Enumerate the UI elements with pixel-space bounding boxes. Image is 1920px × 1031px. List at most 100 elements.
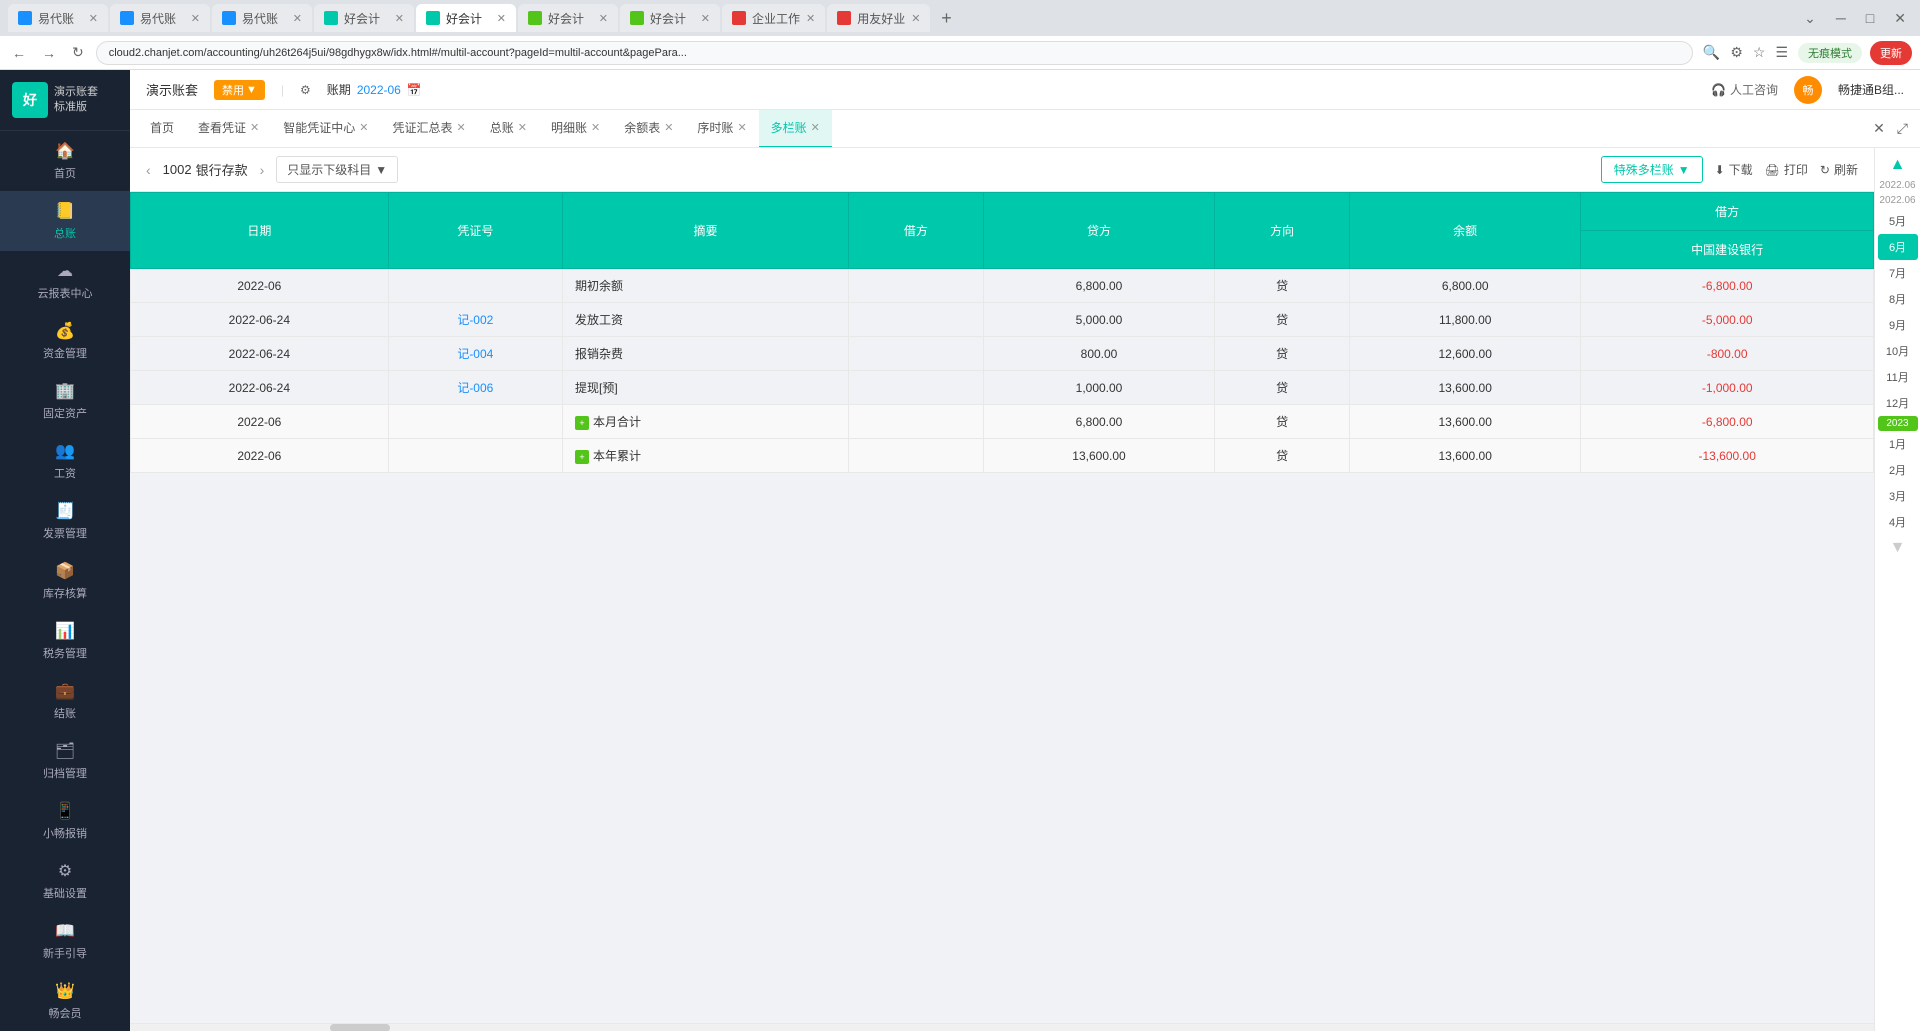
address-input[interactable]: [96, 41, 1693, 65]
expand-panel-icon[interactable]: ⤢: [1893, 116, 1912, 141]
tab-multi-column-close[interactable]: ✕: [811, 121, 820, 134]
tab-detail-ledger[interactable]: 明细账 ✕: [539, 110, 612, 148]
tab-sequence[interactable]: 序时账 ✕: [685, 110, 758, 148]
month-nav-up-button[interactable]: ▲: [1886, 152, 1910, 178]
calendar-icon[interactable]: 📅: [407, 83, 422, 97]
update-button[interactable]: 更新: [1870, 41, 1912, 65]
consult-button[interactable]: 🎧 人工咨询: [1711, 81, 1778, 98]
month-december[interactable]: 12月: [1878, 390, 1918, 416]
month-nav-down-button[interactable]: ▼: [1886, 535, 1910, 561]
month-apr-2023[interactable]: 4月: [1878, 509, 1918, 535]
next-account-button[interactable]: ›: [260, 162, 265, 178]
sidebar-item-invoice[interactable]: 🧾 发票管理: [0, 491, 130, 551]
tab-close-7[interactable]: ✕: [701, 12, 710, 25]
browser-tab-4[interactable]: 好会计 ✕: [314, 4, 414, 32]
forward-button[interactable]: →: [38, 41, 60, 65]
tab-voucher-summary-close[interactable]: ✕: [457, 121, 466, 134]
month-may[interactable]: 5月: [1878, 208, 1918, 234]
voucher-link-1[interactable]: 记-002: [457, 313, 493, 327]
tab-detail-ledger-close[interactable]: ✕: [591, 121, 600, 134]
tab-smart-voucher-close[interactable]: ✕: [359, 121, 368, 134]
tab-balance[interactable]: 余额表 ✕: [612, 110, 685, 148]
sidebar-item-close[interactable]: 💼 结账: [0, 671, 130, 731]
tab-close-4[interactable]: ✕: [395, 12, 404, 25]
user-avatar[interactable]: 畅: [1794, 76, 1822, 104]
tab-general-ledger[interactable]: 总账 ✕: [478, 110, 539, 148]
month-june[interactable]: 6月: [1878, 234, 1918, 260]
browser-tab-2[interactable]: 易代账 ✕: [110, 4, 210, 32]
tab-list-button[interactable]: ⌄: [1798, 6, 1822, 31]
month-september[interactable]: 9月: [1878, 312, 1918, 338]
back-button[interactable]: ←: [8, 41, 30, 65]
horizontal-scrollbar[interactable]: [130, 1023, 1874, 1031]
tab-close-5[interactable]: ✕: [497, 12, 506, 25]
month-august[interactable]: 8月: [1878, 286, 1918, 312]
sidebar-item-guide[interactable]: 📖 新手引导: [0, 911, 130, 971]
tab-general-ledger-close[interactable]: ✕: [518, 121, 527, 134]
profile-icon[interactable]: ☰: [1773, 42, 1790, 63]
refresh-button[interactable]: ↻: [68, 40, 88, 65]
sidebar-item-member[interactable]: 👑 畅会员: [0, 971, 130, 1031]
sidebar-item-inventory[interactable]: 📦 库存核算: [0, 551, 130, 611]
close-window-button[interactable]: ✕: [1888, 6, 1912, 31]
browser-tab-9[interactable]: 用友好业 ✕: [827, 4, 930, 32]
sidebar-item-tax[interactable]: 📊 税务管理: [0, 611, 130, 671]
bookmark-icon[interactable]: ☆: [1751, 42, 1768, 63]
refresh-ledger-button[interactable]: ↻ 刷新: [1820, 161, 1858, 178]
browser-tab-3[interactable]: 易代账 ✕: [212, 4, 312, 32]
voucher-link-2[interactable]: 记-004: [457, 347, 493, 361]
col-date: 日期: [131, 193, 389, 269]
sidebar-item-expense[interactable]: 📱 小畅报销: [0, 791, 130, 851]
tab-close-3[interactable]: ✕: [293, 12, 302, 25]
sidebar-item-settings[interactable]: ⚙ 基础设置: [0, 851, 130, 911]
special-ledger-button[interactable]: 特殊多栏账 ▼: [1601, 156, 1703, 183]
sidebar-item-fund[interactable]: 💰 资金管理: [0, 311, 130, 371]
month-october[interactable]: 10月: [1878, 338, 1918, 364]
month-july[interactable]: 7月: [1878, 260, 1918, 286]
tab-close-6[interactable]: ✕: [599, 12, 608, 25]
tab-multi-column[interactable]: 多栏账 ✕: [759, 110, 832, 148]
extension-icon[interactable]: ⚙: [1728, 42, 1745, 63]
sidebar-item-archive[interactable]: 🗂 归档管理: [0, 731, 130, 791]
tab-smart-voucher[interactable]: 智能凭证中心 ✕: [271, 110, 380, 148]
tab-view-voucher[interactable]: 查看凭证 ✕: [186, 110, 271, 148]
account-tag[interactable]: 禁用 ▼: [214, 80, 265, 100]
browser-tab-8[interactable]: 企业工作 ✕: [722, 4, 825, 32]
period-value[interactable]: 2022-06: [357, 83, 401, 97]
browser-tab-5[interactable]: 好会计 ✕: [416, 4, 516, 32]
tab-balance-close[interactable]: ✕: [664, 121, 673, 134]
sidebar-item-wage[interactable]: 👥 工资: [0, 431, 130, 491]
incognito-mode[interactable]: 无痕模式: [1798, 43, 1862, 63]
minimize-button[interactable]: ─: [1830, 6, 1852, 30]
close-panel-icon[interactable]: ✕: [1869, 116, 1889, 141]
tab-close-2[interactable]: ✕: [191, 12, 200, 25]
browser-tab-7[interactable]: 好会计 ✕: [620, 4, 720, 32]
browser-tab-6[interactable]: 好会计 ✕: [518, 4, 618, 32]
gear-icon[interactable]: ⚙: [300, 83, 311, 97]
search-icon[interactable]: 🔍: [1701, 42, 1722, 63]
print-button[interactable]: 🖨 打印: [1765, 161, 1808, 178]
maximize-button[interactable]: □: [1860, 6, 1880, 30]
download-button[interactable]: ⬇ 下载: [1715, 161, 1753, 178]
tab-close-8[interactable]: ✕: [806, 12, 815, 25]
browser-tab-1[interactable]: 易代账 ✕: [8, 4, 108, 32]
tab-close-9[interactable]: ✕: [911, 12, 920, 25]
month-jan-2023[interactable]: 1月: [1878, 431, 1918, 457]
sidebar-item-home[interactable]: 🏠 首页: [0, 131, 130, 191]
new-tab-button[interactable]: +: [932, 4, 960, 32]
sidebar-item-report[interactable]: ☁ 云报表中心: [0, 251, 130, 311]
month-feb-2023[interactable]: 2月: [1878, 457, 1918, 483]
scrollbar-thumb[interactable]: [330, 1024, 390, 1031]
prev-account-button[interactable]: ‹: [146, 162, 151, 178]
sidebar-item-ledger[interactable]: 📒 总账: [0, 191, 130, 251]
voucher-link-3[interactable]: 记-006: [457, 381, 493, 395]
month-mar-2023[interactable]: 3月: [1878, 483, 1918, 509]
month-november[interactable]: 11月: [1878, 364, 1918, 390]
tab-sequence-close[interactable]: ✕: [737, 121, 746, 134]
sidebar-item-asset[interactable]: 🏢 固定资产: [0, 371, 130, 431]
tab-home[interactable]: 首页: [138, 110, 186, 148]
tab-close-1[interactable]: ✕: [89, 12, 98, 25]
tab-voucher-summary[interactable]: 凭证汇总表 ✕: [380, 110, 477, 148]
subcategory-filter[interactable]: 只显示下级科目 ▼: [276, 156, 398, 183]
tab-view-voucher-close[interactable]: ✕: [250, 121, 259, 134]
